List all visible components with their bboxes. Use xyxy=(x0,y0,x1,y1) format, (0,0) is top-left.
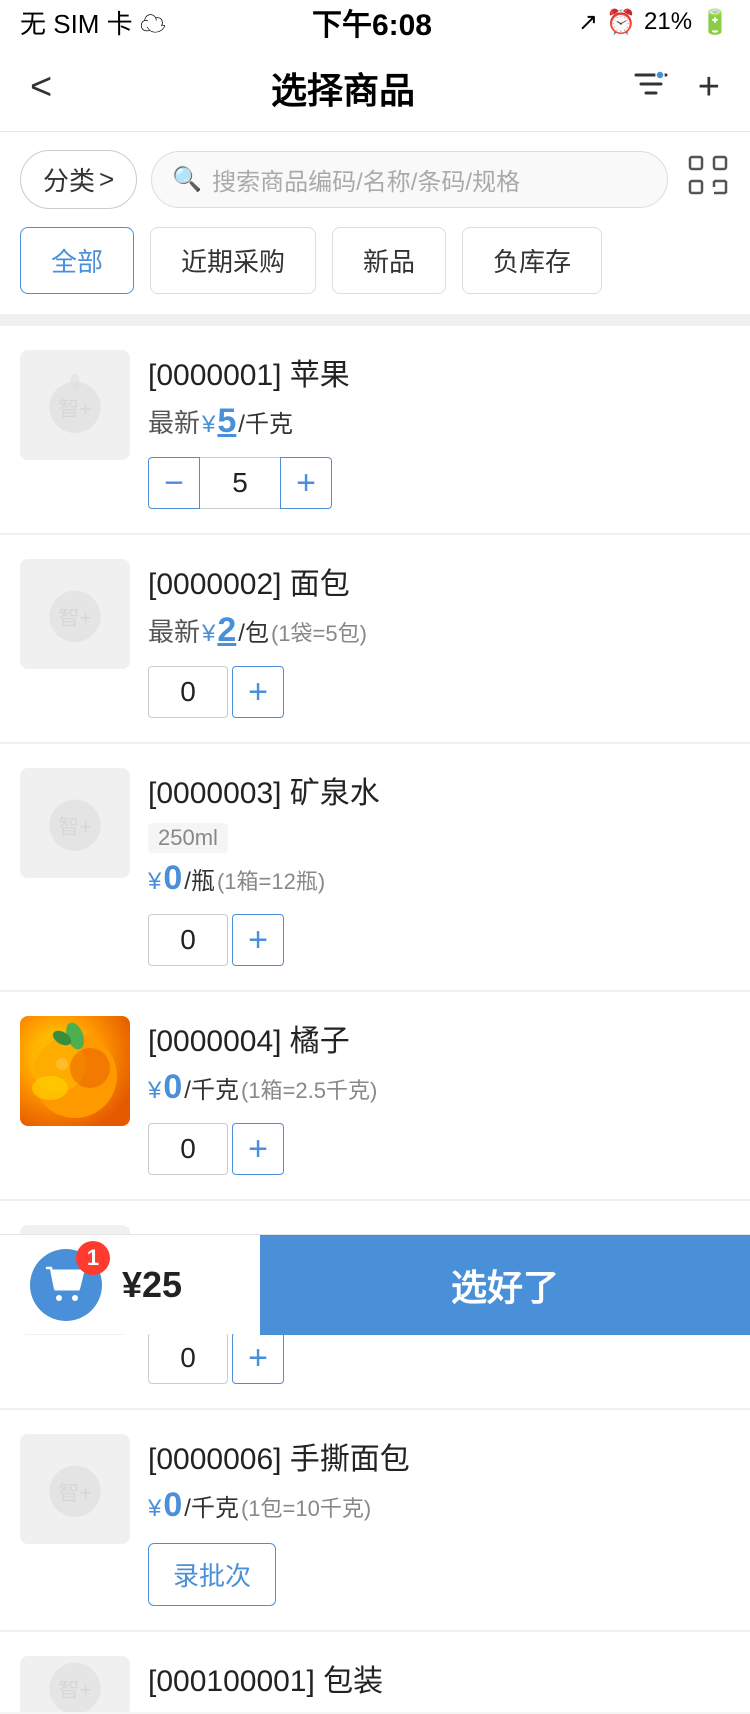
search-placeholder: 搜索商品编码/名称/条码/规格 xyxy=(212,162,520,197)
category-button[interactable]: 分类 > xyxy=(20,150,137,209)
product-name: [0000003] 矿泉水 xyxy=(148,768,730,812)
price-row: 最新 ¥ 2 /包 (1袋=5包) xyxy=(148,611,730,650)
confirm-button[interactable]: 选好了 xyxy=(260,1235,750,1335)
qty-increase-button[interactable]: + xyxy=(232,1332,284,1384)
record-batch-button[interactable]: 录批次 xyxy=(148,1543,276,1606)
status-left: 无 SIM 卡 ☁ xyxy=(20,4,166,41)
qty-increase-button[interactable]: + xyxy=(232,666,284,718)
qty-control: − + xyxy=(148,457,730,509)
scan-icon[interactable] xyxy=(686,153,730,207)
qty-input[interactable] xyxy=(148,1332,228,1384)
tab-negative[interactable]: 负库存 xyxy=(462,227,602,294)
product-thumbnail: 智+ xyxy=(20,559,130,669)
product-thumbnail: 智+ xyxy=(20,768,130,878)
qty-control: + xyxy=(148,1332,730,1384)
product-spec: 250ml xyxy=(148,823,228,853)
product-thumbnail: 智+ xyxy=(20,1434,130,1544)
product-thumbnail: 智+ xyxy=(20,1656,130,1712)
status-right: ↗ ⏰ 21% 🔋 xyxy=(578,8,730,37)
table-row: [0000004] 橘子 ¥ 0 /千克 (1箱=2.5千克) + xyxy=(0,992,750,1199)
qty-input[interactable] xyxy=(148,914,228,966)
tab-recent[interactable]: 近期采购 xyxy=(150,227,316,294)
product-thumbnail: 智+ xyxy=(20,350,130,460)
filter-row: 分类 > 🔍 搜索商品编码/名称/条码/规格 xyxy=(0,132,750,227)
cart-badge: 1 xyxy=(76,1241,110,1275)
search-icon: 🔍 xyxy=(172,165,202,194)
price-row: ¥ 0 /千克 (1包=10千克) xyxy=(148,1486,730,1525)
qty-input[interactable] xyxy=(200,457,280,509)
price-row: ¥ 0 /瓶 (1箱=12瓶) xyxy=(148,859,730,898)
signal-text: 无 SIM 卡 ☁ xyxy=(20,4,166,41)
table-row: 智+ [0000002] 面包 最新 ¥ 2 /包 (1袋=5包) + xyxy=(0,535,750,742)
qty-input[interactable] xyxy=(148,666,228,718)
back-button[interactable]: < xyxy=(30,66,52,109)
filter-icon[interactable] xyxy=(634,69,668,107)
status-time: 下午6:08 xyxy=(312,0,432,44)
product-info: [0000003] 矿泉水 250ml ¥ 0 /瓶 (1箱=12瓶) + xyxy=(148,768,730,966)
table-row: 智+ [0000001] 苹果 最新 ¥ 5 /千克 − + xyxy=(0,326,750,533)
product-info: [000100001] 包装 xyxy=(148,1656,730,1708)
product-name: [0000001] 苹果 xyxy=(148,350,730,394)
status-bar: 无 SIM 卡 ☁ 下午6:08 ↗ ⏰ 21% 🔋 xyxy=(0,0,750,44)
qty-control: + xyxy=(148,666,730,718)
cart-area: 1 ¥25 xyxy=(0,1249,260,1321)
alarm-icon: ⏰ xyxy=(606,8,636,37)
location-icon: ↗ xyxy=(578,8,598,37)
battery-text: 21% xyxy=(644,8,692,36)
product-list: 智+ [0000001] 苹果 最新 ¥ 5 /千克 − + 智+ [00000… xyxy=(0,326,750,1712)
product-thumbnail xyxy=(20,1016,130,1126)
bottom-bar: 1 ¥25 选好了 xyxy=(0,1234,750,1334)
qty-input[interactable] xyxy=(148,1123,228,1175)
add-button[interactable]: + xyxy=(698,66,720,109)
product-info: [0000001] 苹果 最新 ¥ 5 /千克 − + xyxy=(148,350,730,509)
product-name: [0000006] 手撕面包 xyxy=(148,1434,730,1478)
svg-text:智+: 智+ xyxy=(58,1679,91,1702)
tab-all[interactable]: 全部 xyxy=(20,227,134,294)
qty-decrease-button[interactable]: − xyxy=(148,457,200,509)
qty-increase-button[interactable]: + xyxy=(232,914,284,966)
tabs-row: 全部 近期采购 新品 负库存 xyxy=(0,227,750,314)
table-row: 智+ [0000006] 手撕面包 ¥ 0 /千克 (1包=10千克) 录批次 xyxy=(0,1410,750,1630)
qty-control: + xyxy=(148,914,730,966)
tab-new[interactable]: 新品 xyxy=(332,227,446,294)
svg-text:智+: 智+ xyxy=(58,1482,91,1505)
price-row: ¥ 0 /千克 (1箱=2.5千克) xyxy=(148,1068,730,1107)
svg-text:智+: 智+ xyxy=(58,816,91,839)
product-info: [0000002] 面包 最新 ¥ 2 /包 (1袋=5包) + xyxy=(148,559,730,718)
product-name: [0000002] 面包 xyxy=(148,559,730,603)
nav-actions: + xyxy=(634,66,720,109)
product-name: [000100001] 包装 xyxy=(148,1656,730,1700)
product-name: [0000004] 橘子 xyxy=(148,1016,730,1060)
table-row: 智+ [000100001] 包装 xyxy=(0,1632,750,1712)
svg-text:智+: 智+ xyxy=(58,398,91,421)
product-info: [0000006] 手撕面包 ¥ 0 /千克 (1包=10千克) 录批次 xyxy=(148,1434,730,1606)
battery-icon: 🔋 xyxy=(700,8,730,37)
table-row: 智+ [0000003] 矿泉水 250ml ¥ 0 /瓶 (1箱=12瓶) + xyxy=(0,744,750,990)
price-row: 最新 ¥ 5 /千克 xyxy=(148,402,730,441)
qty-increase-button[interactable]: + xyxy=(232,1123,284,1175)
cart-total: ¥25 xyxy=(122,1264,182,1306)
product-info: [0000004] 橘子 ¥ 0 /千克 (1箱=2.5千克) + xyxy=(148,1016,730,1175)
page-title: 选择商品 xyxy=(271,62,415,114)
qty-increase-button[interactable]: + xyxy=(280,457,332,509)
svg-text:智+: 智+ xyxy=(58,607,91,630)
divider xyxy=(0,314,750,326)
search-box[interactable]: 🔍 搜索商品编码/名称/条码/规格 xyxy=(151,151,668,208)
cart-button[interactable]: 1 xyxy=(30,1249,102,1321)
qty-control: + xyxy=(148,1123,730,1175)
nav-bar: < 选择商品 + xyxy=(0,44,750,132)
